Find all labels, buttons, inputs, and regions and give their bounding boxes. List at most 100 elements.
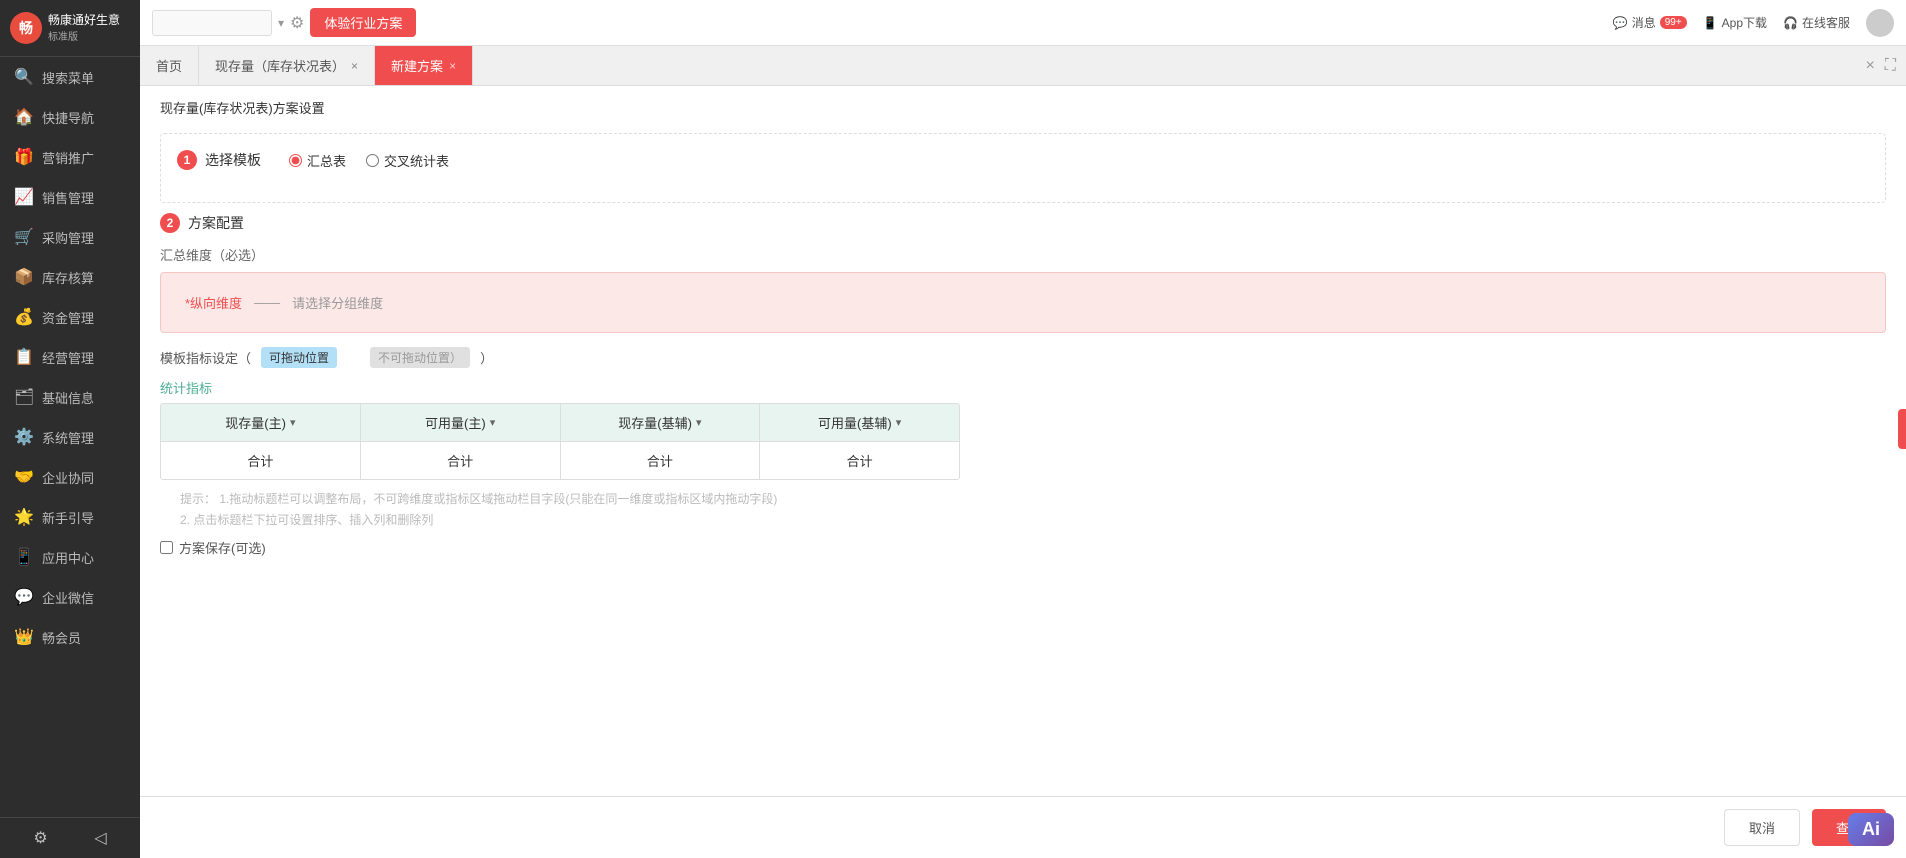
dim-placeholder[interactable]: 请选择分组维度 xyxy=(292,293,383,312)
sidebar-item-label: 新手引导 xyxy=(42,508,94,527)
bottom-bar: 取消 查询 xyxy=(140,796,1906,858)
sidebar-item-corp-wechat[interactable]: 💬 企业微信 xyxy=(0,577,140,617)
sidebar-item-base-info[interactable]: 🗂 基础信息 xyxy=(0,377,140,417)
tab-new-scheme-label: 新建方案 xyxy=(391,56,443,75)
sidebar: 畅 畅康通好生意 标准版 🔍 搜索菜单 🏠 快捷导航 🎁 营销推广 📈 销售管理… xyxy=(0,0,140,858)
indicator-label-end: ） xyxy=(480,348,493,367)
radio-summary[interactable]: 汇总表 xyxy=(289,151,346,170)
sidebar-bottom: ⚙ ◁ xyxy=(0,817,140,858)
sidebar-item-label: 经营管理 xyxy=(42,348,94,367)
stats-table-body: 合计 合计 合计 合计 xyxy=(161,441,959,479)
sidebar-item-label: 畅会员 xyxy=(42,628,81,647)
col-body-3: 合计 xyxy=(760,441,959,479)
step1-section: 1 选择模板 汇总表 交叉统计表 xyxy=(160,133,1886,203)
cart-icon: 🛒 xyxy=(14,227,34,247)
headset-icon: 🎧 xyxy=(1783,16,1798,30)
app-download-item[interactable]: 📱 App下载 xyxy=(1703,14,1767,31)
topbar: ▾ ⚙ 体验行业方案 💬 消息 99+ 📱 App下载 🎧 在线客服 xyxy=(140,0,1906,46)
star-icon: 🌟 xyxy=(14,507,34,527)
step2-badge: 2 xyxy=(160,213,180,233)
col-header-1[interactable]: 可用量(主) ▾ xyxy=(361,404,561,441)
online-service-label: 在线客服 xyxy=(1802,14,1850,31)
sidebar-item-member[interactable]: 👑 畅会员 xyxy=(0,617,140,657)
sidebar-item-label: 营销推广 xyxy=(42,148,94,167)
sidebar-item-operations[interactable]: 📋 经营管理 xyxy=(0,337,140,377)
app-edition: 标准版 xyxy=(48,28,120,43)
radio-summary-input[interactable] xyxy=(289,154,302,167)
sidebar-item-search-menu[interactable]: 🔍 搜索菜单 xyxy=(0,57,140,97)
dim-dash: —— xyxy=(254,295,280,310)
col-header-0-dropdown-icon[interactable]: ▾ xyxy=(290,416,296,429)
main-area: ▾ ⚙ 体验行业方案 💬 消息 99+ 📱 App下载 🎧 在线客服 首页 xyxy=(140,0,1906,858)
app-name: 畅康通好生意 xyxy=(48,13,120,29)
sidebar-item-label: 采购管理 xyxy=(42,228,94,247)
dimension-row: *纵向维度 —— 请选择分组维度 xyxy=(185,293,1861,312)
hint-1: 提示： 1.拖动标题栏可以调整布局，不可跨维度或指标区域拖动栏目字段(只能在同一… xyxy=(180,490,1866,507)
sidebar-item-app-center[interactable]: 📱 应用中心 xyxy=(0,537,140,577)
tab-home[interactable]: 首页 xyxy=(140,46,199,85)
col-body-0: 合计 xyxy=(161,441,361,479)
sidebar-item-label: 企业微信 xyxy=(42,588,94,607)
logo-text-block: 畅康通好生意 标准版 xyxy=(48,13,120,44)
vertical-dim-required-star: *纵向维度 xyxy=(185,293,242,312)
col-header-2[interactable]: 现存量(基辅) ▾ xyxy=(561,404,761,441)
tab-inventory-status-label: 现存量（库存状况表） xyxy=(215,56,345,75)
messages-badge: 99+ xyxy=(1660,16,1687,29)
online-service-item[interactable]: 🎧 在线客服 xyxy=(1783,14,1850,31)
sidebar-item-label: 应用中心 xyxy=(42,548,94,567)
sidebar-item-corp-coop[interactable]: 🤝 企业协同 xyxy=(0,457,140,497)
page-title: 现存量(库存状况表)方案设置 xyxy=(140,86,1906,123)
sidebar-item-label: 库存核算 xyxy=(42,268,94,287)
content-area: 现存量(库存状况表)方案设置 1 选择模板 汇总表 交叉统计表 xyxy=(140,86,1906,796)
clipboard-icon: 📋 xyxy=(14,347,34,367)
settings-bottom-icon[interactable]: ⚙ xyxy=(33,828,47,848)
col-header-3[interactable]: 可用量(基辅) ▾ xyxy=(760,404,959,441)
sidebar-item-sales[interactable]: 📈 销售管理 xyxy=(0,177,140,217)
save-scheme-checkbox[interactable] xyxy=(160,541,173,554)
hint-2: 2. 点击标题栏下拉可设置排序、插入列和删除列 xyxy=(180,511,1866,528)
sidebar-item-quick-nav[interactable]: 🏠 快捷导航 xyxy=(0,97,140,137)
app-download-label: App下载 xyxy=(1722,14,1767,31)
tab-inventory-status[interactable]: 现存量（库存状况表） × xyxy=(199,46,375,85)
cancel-button[interactable]: 取消 xyxy=(1724,809,1800,846)
col-header-1-label: 可用量(主) xyxy=(425,413,486,432)
tab-new-scheme[interactable]: 新建方案 × xyxy=(375,46,473,85)
topbar-dropdown-icon[interactable]: ▾ xyxy=(278,16,284,30)
radio-cross[interactable]: 交叉统计表 xyxy=(366,151,449,170)
tab-new-scheme-close-icon[interactable]: × xyxy=(449,59,456,73)
col-header-3-dropdown-icon[interactable]: ▾ xyxy=(896,416,902,429)
save-scheme-label: 方案保存(可选) xyxy=(179,538,266,557)
sidebar-item-label: 搜索菜单 xyxy=(42,68,94,87)
ai-badge[interactable]: Ai xyxy=(1848,813,1894,846)
panel-close-icon[interactable]: × xyxy=(1865,57,1874,75)
user-avatar[interactable] xyxy=(1866,9,1894,37)
sidebar-item-purchase[interactable]: 🛒 采购管理 xyxy=(0,217,140,257)
save-scheme-row: 方案保存(可选) xyxy=(160,538,1886,557)
dimension-row-wrapper: *纵向维度 —— 请选择分组维度 xyxy=(160,272,1886,333)
industry-plan-button[interactable]: 体验行业方案 xyxy=(310,8,416,37)
radio-summary-label: 汇总表 xyxy=(307,151,346,170)
topbar-gear-icon[interactable]: ⚙ xyxy=(290,13,304,33)
sound-bottom-icon[interactable]: ◁ xyxy=(94,828,106,848)
indicator-label-separator xyxy=(347,348,360,367)
sidebar-item-label: 销售管理 xyxy=(42,188,94,207)
phone-icon: 📱 xyxy=(1703,16,1718,30)
col-header-1-dropdown-icon[interactable]: ▾ xyxy=(490,416,496,429)
radio-cross-input[interactable] xyxy=(366,154,379,167)
search-input[interactable] xyxy=(152,10,272,36)
col-header-0[interactable]: 现存量(主) ▾ xyxy=(161,404,361,441)
sidebar-item-new-guide[interactable]: 🌟 新手引导 xyxy=(0,497,140,537)
summary-dim-label: 汇总维度（必选） xyxy=(160,248,264,263)
draggable-chip: 可拖动位置 xyxy=(261,347,337,368)
gear-icon: ⚙️ xyxy=(14,427,34,447)
step2-header: 2 方案配置 xyxy=(160,213,1886,233)
sidebar-item-inventory[interactable]: 📦 库存核算 xyxy=(0,257,140,297)
tab-inventory-close-icon[interactable]: × xyxy=(351,59,358,73)
panel-expand-icon[interactable]: ⛶ xyxy=(1885,57,1896,75)
sidebar-item-finance[interactable]: 💰 资金管理 xyxy=(0,297,140,337)
messages-item[interactable]: 💬 消息 99+ xyxy=(1613,14,1687,31)
col-header-2-dropdown-icon[interactable]: ▾ xyxy=(696,416,702,429)
right-scroll-handle[interactable] xyxy=(1898,409,1906,449)
sidebar-item-marketing[interactable]: 🎁 营销推广 xyxy=(0,137,140,177)
sidebar-item-sys-mgmt[interactable]: ⚙️ 系统管理 xyxy=(0,417,140,457)
